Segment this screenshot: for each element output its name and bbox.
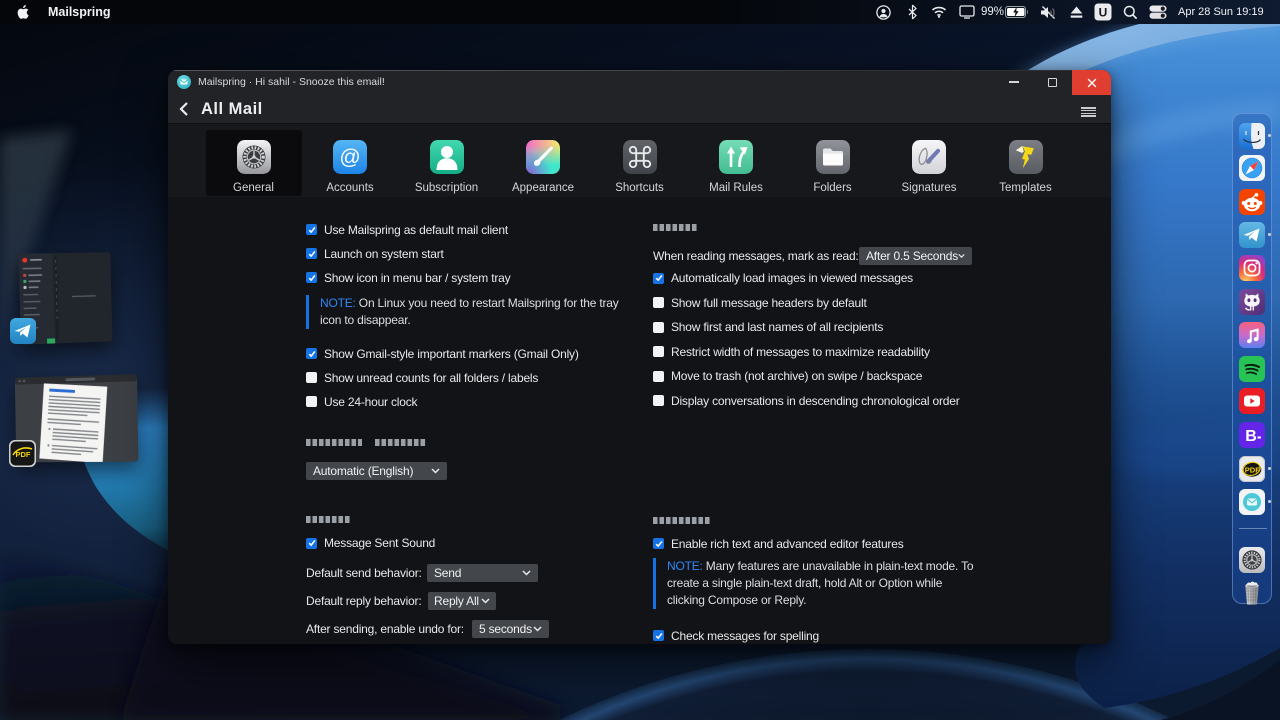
svg-text:PDF: PDF bbox=[16, 450, 31, 459]
svg-text:@: @ bbox=[339, 146, 360, 169]
svg-text:PDF: PDF bbox=[1244, 465, 1259, 474]
svg-text:B: B bbox=[1245, 428, 1257, 445]
svg-text:U: U bbox=[1099, 6, 1108, 20]
